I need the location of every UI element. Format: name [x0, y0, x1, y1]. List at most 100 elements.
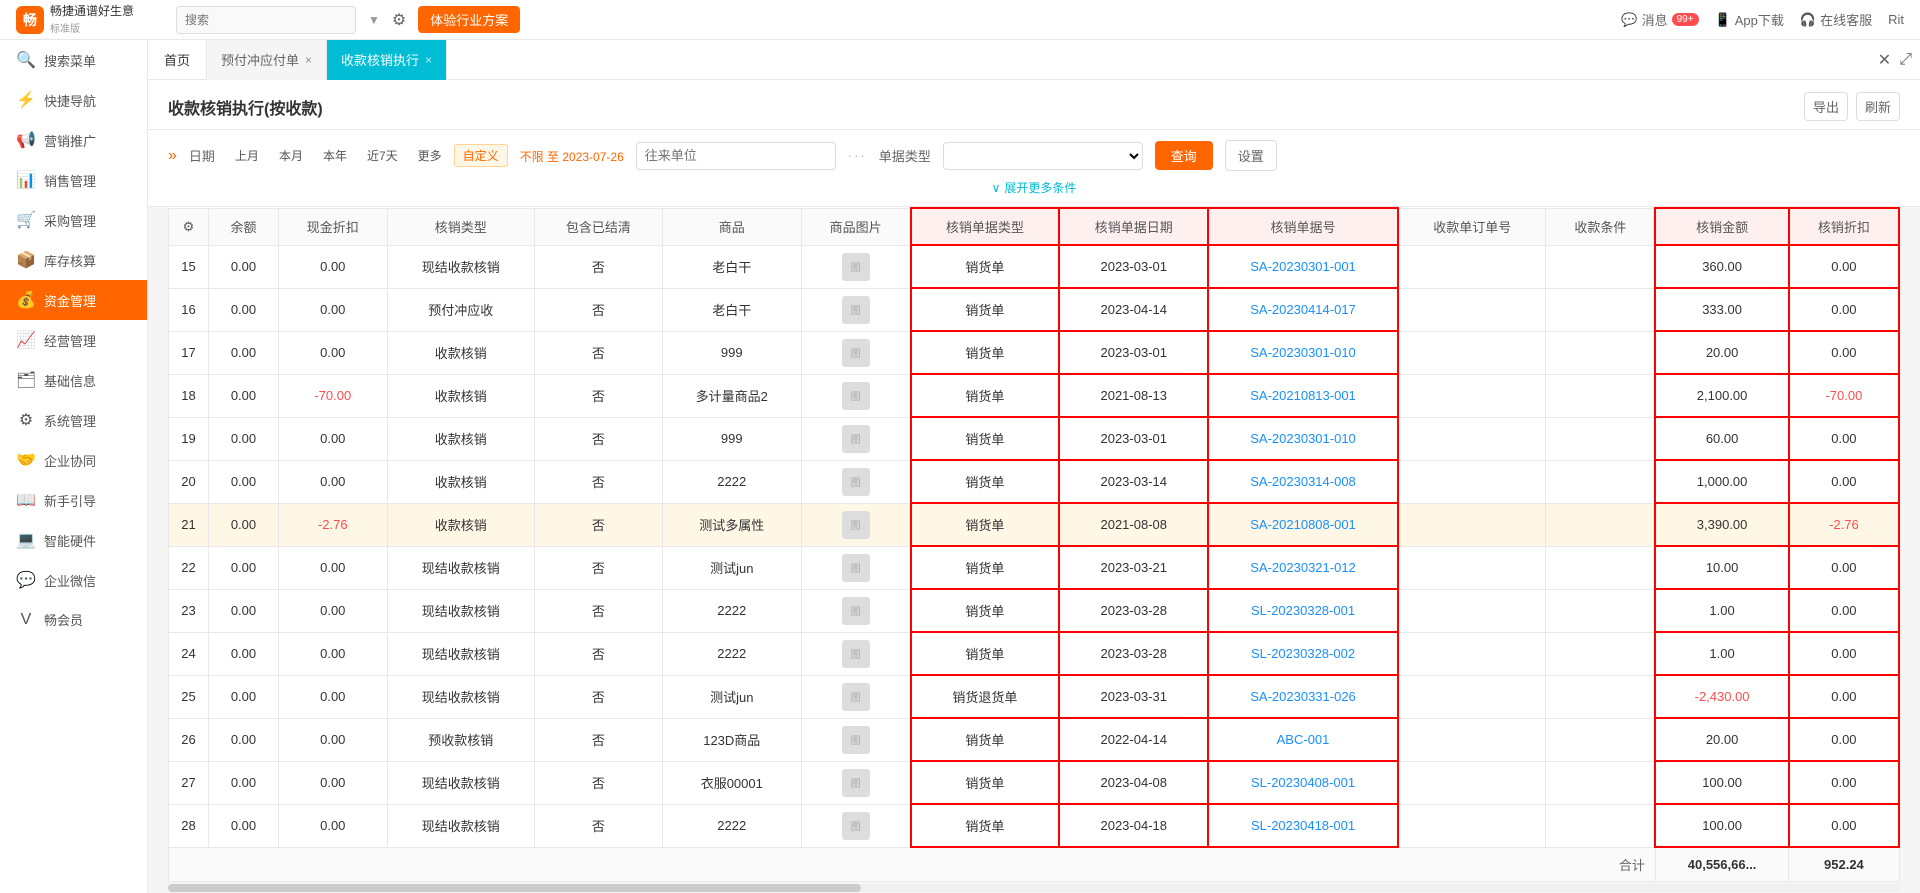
- cell-cash-discount: 0.00: [278, 675, 387, 718]
- bill-no-link[interactable]: SA-20230301-001: [1250, 259, 1356, 274]
- dropdown-arrow-icon[interactable]: ▼: [368, 13, 380, 27]
- cell-goods-img: 图: [801, 546, 910, 589]
- cell-balance: 0.00: [209, 675, 279, 718]
- bill-no-link[interactable]: SA-20230321-012: [1250, 560, 1356, 575]
- date-btn-more[interactable]: 更多: [410, 145, 450, 166]
- bill-no-link[interactable]: SL-20230328-002: [1251, 646, 1355, 661]
- cell-bill-type: 销货单: [911, 288, 1060, 331]
- sidebar-item-collab[interactable]: 🤝 企业协同: [0, 440, 147, 480]
- bill-no-link[interactable]: SA-20230314-008: [1250, 474, 1356, 489]
- sidebar-item-guide[interactable]: 📖 新手引导: [0, 480, 147, 520]
- tab-receipt-label: 收款核销执行: [341, 50, 419, 69]
- sidebar-item-wechat[interactable]: 💬 企业微信: [0, 560, 147, 600]
- sidebar-item-nav[interactable]: ⚡ 快捷导航: [0, 80, 147, 120]
- bill-no-link[interactable]: SL-20230408-001: [1251, 775, 1355, 790]
- sidebar-label-nav: 快捷导航: [44, 91, 96, 110]
- search-input[interactable]: [176, 6, 356, 34]
- cell-receipt-order: [1398, 804, 1546, 847]
- date-btn-custom[interactable]: 自定义: [454, 144, 508, 167]
- close-window-icon[interactable]: ✕: [1878, 50, 1891, 70]
- company-filter-input[interactable]: [636, 142, 836, 170]
- sidebar-item-finance[interactable]: 💰 资金管理: [0, 280, 147, 320]
- cell-receipt-cond: [1546, 718, 1655, 761]
- settings-icon[interactable]: ⚙: [392, 10, 406, 30]
- bill-no-link[interactable]: SA-20230331-026: [1250, 689, 1356, 704]
- cell-balance: 0.00: [209, 417, 279, 460]
- export-button[interactable]: 导出: [1804, 92, 1848, 121]
- date-btn-this-year[interactable]: 本年: [315, 145, 355, 166]
- cell-cash-discount: 0.00: [278, 589, 387, 632]
- sidebar-item-system[interactable]: ⚙ 系统管理: [0, 400, 147, 440]
- bill-no-link[interactable]: SA-20230301-010: [1250, 431, 1356, 446]
- th-receipt-order: 收款单订单号: [1398, 208, 1546, 245]
- cell-type: 收款核销: [387, 417, 534, 460]
- top-right: 💬 消息 99+ 📱 App下载 🎧 在线客服 Rit: [1621, 10, 1904, 29]
- sidebar-label-hardware: 智能硬件: [44, 531, 96, 550]
- guide-icon: 📖: [16, 490, 36, 510]
- query-button[interactable]: 查询: [1155, 141, 1213, 170]
- sidebar-item-operations[interactable]: 📈 经营管理: [0, 320, 147, 360]
- sidebar-item-member[interactable]: V 畅会员: [0, 600, 147, 639]
- cell-discount: 0.00: [1789, 460, 1899, 503]
- date-btn-last-month[interactable]: 上月: [227, 145, 267, 166]
- date-btn-this-month[interactable]: 本月: [271, 145, 311, 166]
- cell-amount: 100.00: [1655, 804, 1788, 847]
- bill-no-link[interactable]: SL-20230418-001: [1251, 818, 1355, 833]
- th-receipt-cond: 收款条件: [1546, 208, 1655, 245]
- customer-service-item[interactable]: 🎧 在线客服: [1800, 10, 1872, 29]
- th-included: 包含已结清: [534, 208, 662, 245]
- bill-no-link[interactable]: SA-20230301-010: [1250, 345, 1356, 360]
- marketing-icon: 📢: [16, 130, 36, 150]
- sidebar-item-basic[interactable]: 🗂 基础信息: [0, 360, 147, 400]
- tab-home[interactable]: 首页: [148, 40, 207, 80]
- cell-discount: 0.00: [1789, 245, 1899, 288]
- search-menu-icon: 🔍: [16, 50, 36, 70]
- cell-goods: 老白干: [662, 245, 801, 288]
- cell-included: 否: [534, 761, 662, 804]
- single-type-select[interactable]: [943, 142, 1143, 170]
- cell-receipt-order: [1398, 460, 1546, 503]
- cell-bill-type: 销货单: [911, 718, 1060, 761]
- bill-no-link[interactable]: SA-20230414-017: [1250, 302, 1356, 317]
- maximize-icon[interactable]: ⤢: [1899, 51, 1912, 69]
- bill-no-link[interactable]: ABC-001: [1277, 732, 1330, 747]
- column-settings-icon[interactable]: ⚙: [183, 219, 195, 234]
- expand-conditions-btn[interactable]: ∨ 展开更多条件: [992, 179, 1077, 196]
- sidebar-item-purchase[interactable]: 🛒 采购管理: [0, 200, 147, 240]
- cell-cash-discount: 0.00: [278, 288, 387, 331]
- th-amount: 核销金额: [1655, 208, 1788, 245]
- sidebar-item-sales[interactable]: 📊 销售管理: [0, 160, 147, 200]
- app-download-item[interactable]: 📱 App下载: [1715, 10, 1784, 29]
- cell-id: 22: [169, 546, 209, 589]
- sidebar-item-hardware[interactable]: 💻 智能硬件: [0, 520, 147, 560]
- cell-discount: 0.00: [1789, 632, 1899, 675]
- cell-type: 现结收款核销: [387, 761, 534, 804]
- cell-goods: 测试jun: [662, 546, 801, 589]
- tab-prepay-close[interactable]: ×: [305, 53, 312, 67]
- refresh-button[interactable]: 刷新: [1856, 92, 1900, 121]
- cell-id: 21: [169, 503, 209, 546]
- sidebar-label-sales: 销售管理: [44, 171, 96, 190]
- bill-no-link[interactable]: SL-20230328-001: [1251, 603, 1355, 618]
- cell-id: 17: [169, 331, 209, 374]
- cell-receipt-order: [1398, 245, 1546, 288]
- cell-discount: 0.00: [1789, 589, 1899, 632]
- app-download-label: App下载: [1735, 10, 1784, 29]
- sidebar-item-inventory[interactable]: 📦 库存核算: [0, 240, 147, 280]
- tab-prepay[interactable]: 预付冲应付单 ×: [207, 40, 327, 80]
- sidebar-item-marketing[interactable]: 📢 营销推广: [0, 120, 147, 160]
- tab-receipt[interactable]: 收款核销执行 ×: [327, 40, 447, 80]
- tab-receipt-close[interactable]: ×: [425, 53, 432, 67]
- bill-no-link[interactable]: SA-20210808-001: [1250, 517, 1356, 532]
- bill-no-link[interactable]: SA-20210813-001: [1250, 388, 1356, 403]
- cell-bill-no: SA-20230331-026: [1208, 675, 1398, 718]
- table-settings-button[interactable]: 设置: [1225, 140, 1277, 171]
- filter-expand-icon[interactable]: »: [168, 147, 177, 165]
- cell-bill-type: 销货单: [911, 761, 1060, 804]
- sidebar-item-search[interactable]: 🔍 搜索菜单: [0, 40, 147, 80]
- trial-button[interactable]: 体验行业方案: [418, 6, 520, 33]
- message-item[interactable]: 💬 消息 99+: [1621, 10, 1698, 29]
- th-balance: 余额: [209, 208, 279, 245]
- date-btn-7days[interactable]: 近7天: [359, 145, 406, 166]
- cell-receipt-cond: [1546, 331, 1655, 374]
